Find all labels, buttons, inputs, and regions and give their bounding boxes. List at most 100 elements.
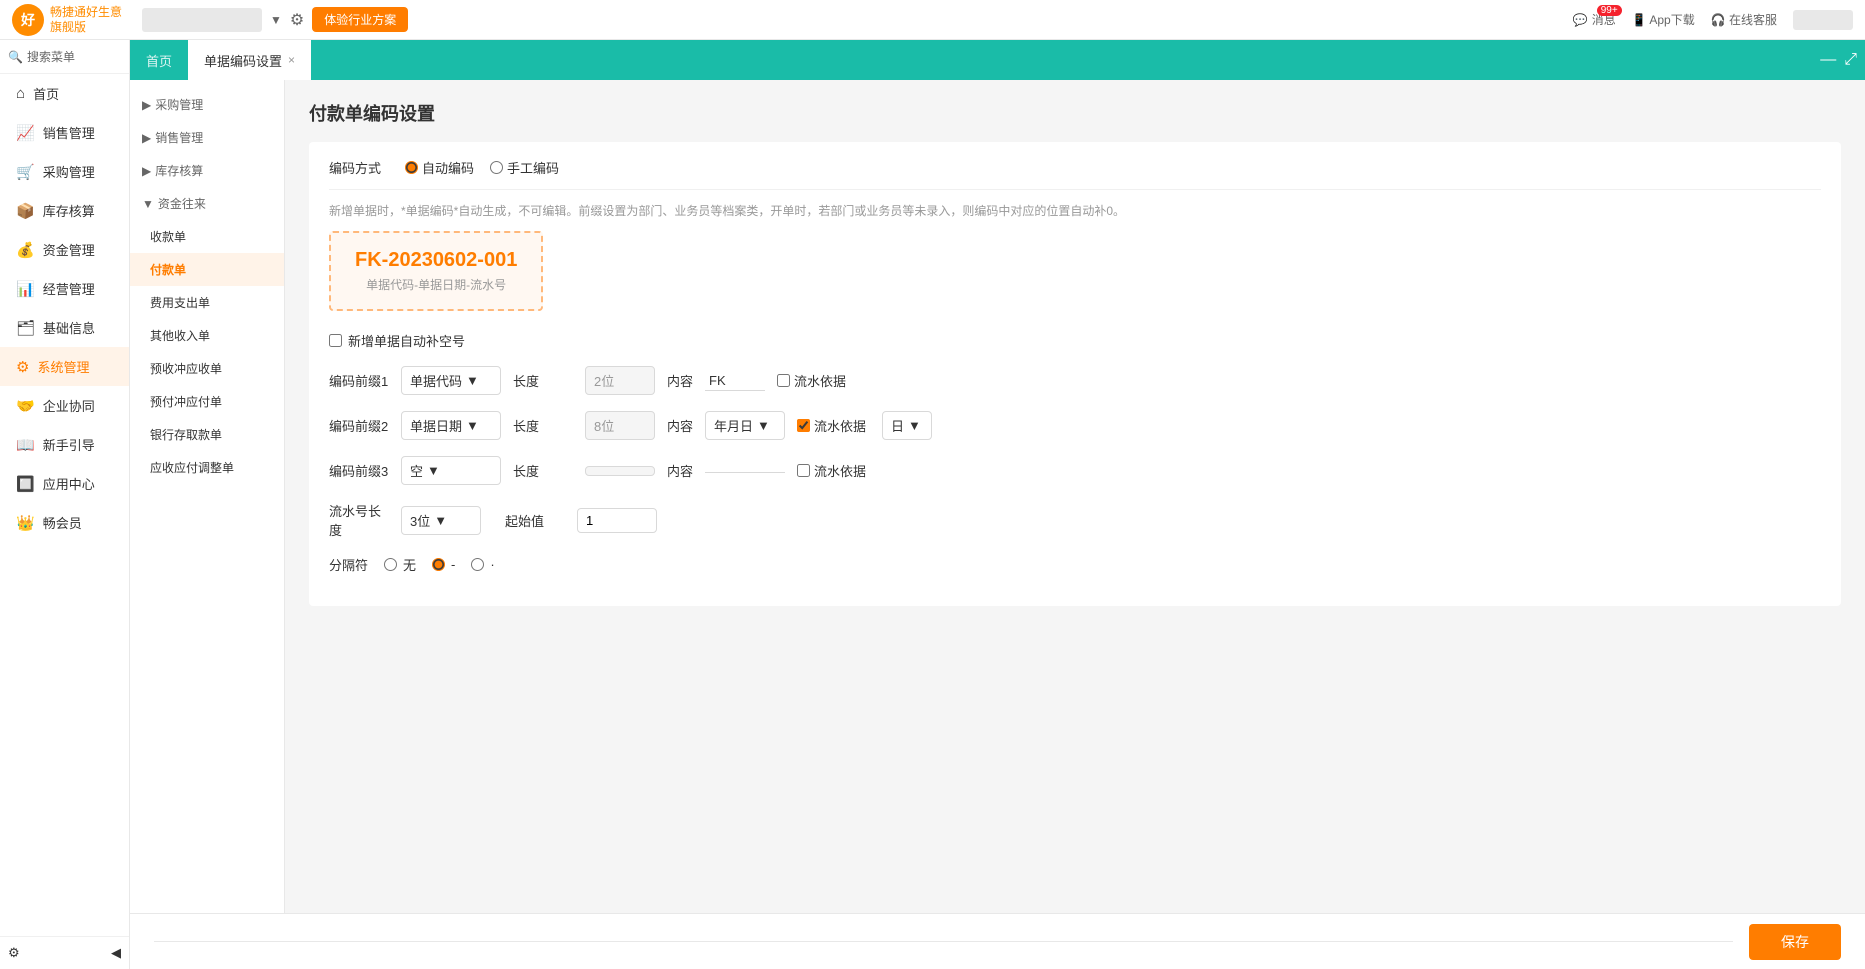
prefix3-label: 编码前缀3 bbox=[329, 461, 389, 480]
sidebar-item-guide[interactable]: 📖 新手引导 bbox=[0, 425, 129, 464]
encoding-label: 编码方式 bbox=[329, 158, 381, 177]
sub-group-funds: ▼ 资金往来 收款单 付款单 费用支出单 其他收入单 预收冲应收单 预付冲应付单… bbox=[130, 187, 284, 484]
sub-item-expenses[interactable]: 费用支出单 bbox=[130, 286, 284, 319]
serial-length-select[interactable]: 3位 ▼ bbox=[401, 506, 481, 535]
sub-item-other-income[interactable]: 其他收入单 bbox=[130, 319, 284, 352]
sub-item-prepay-receive[interactable]: 预收冲应收单 bbox=[130, 352, 284, 385]
sidebar-item-home[interactable]: ⌂ 首页 bbox=[0, 74, 129, 113]
sidebar-item-sales[interactable]: 📈 销售管理 bbox=[0, 113, 129, 152]
prefix3-select[interactable]: 空 ▼ bbox=[401, 456, 501, 485]
tab-home[interactable]: 首页 bbox=[130, 40, 188, 80]
prefix2-length-select: 8位 bbox=[585, 411, 655, 440]
sidebar-item-operations[interactable]: 📊 经营管理 bbox=[0, 269, 129, 308]
prefix2-content-select[interactable]: 年月日 ▼ bbox=[705, 411, 785, 440]
prefix2-label: 编码前缀2 bbox=[329, 416, 389, 435]
sub-item-payments[interactable]: 付款单 bbox=[130, 253, 284, 286]
sep-none-radio[interactable]: 无 bbox=[384, 555, 416, 574]
app-download-link[interactable]: 📱 App下载 bbox=[1632, 11, 1695, 28]
sidebar-item-appcenter[interactable]: 🔲 应用中心 bbox=[0, 464, 129, 503]
serial-start-input[interactable] bbox=[577, 508, 657, 533]
sub-item-receipts[interactable]: 收款单 bbox=[130, 220, 284, 253]
sidebar-bottom: ⚙ ◀ bbox=[0, 936, 129, 969]
auto-fill-checkbox-row[interactable]: 新增单据自动补空号 bbox=[329, 331, 1821, 350]
app-logo: 好 畅捷通好生意 旗舰版 bbox=[12, 4, 122, 36]
message-badge: 99+ bbox=[1597, 5, 1622, 16]
sidebar-collapse-icon[interactable]: ◀ bbox=[111, 945, 121, 961]
prefix3-content-value bbox=[705, 468, 785, 473]
separator-row: 分隔符 无 - · bbox=[329, 555, 1821, 574]
sub-group-sales-title[interactable]: ▶ 销售管理 bbox=[130, 121, 284, 154]
sidebar-item-cooperation[interactable]: 🤝 企业协同 bbox=[0, 386, 129, 425]
tab-minimize-icon[interactable]: — bbox=[1820, 51, 1836, 69]
code-preview: FK-20230602-001 单据代码-单据日期-流水号 bbox=[329, 231, 543, 311]
sub-item-prepay-pay[interactable]: 预付冲应付单 bbox=[130, 385, 284, 418]
operations-icon: 📊 bbox=[16, 280, 35, 298]
sidebar-item-basic[interactable]: 🗂 基础信息 bbox=[0, 308, 129, 347]
messages-button[interactable]: 💬 消息 99+ bbox=[1573, 11, 1616, 28]
sub-group-funds-title[interactable]: ▼ 资金往来 bbox=[130, 187, 284, 220]
main-layout: 🔍 搜索菜单 ⌂ 首页 📈 销售管理 🛒 采购管理 📦 库存核算 💰 资金管理 … bbox=[0, 40, 1865, 969]
prefix2-stream-checkbox[interactable]: 流水依据 bbox=[797, 416, 866, 435]
user-info[interactable] bbox=[1793, 10, 1853, 30]
prefix2-stream-period-select[interactable]: 日 ▼ bbox=[882, 411, 932, 440]
auto-encoding-radio[interactable]: 自动编码 bbox=[405, 158, 474, 177]
bottom-bar: 保存 bbox=[130, 913, 1865, 969]
prefix3-row: 编码前缀3 空 ▼ 长度 内容 流水依据 bbox=[329, 456, 1821, 485]
sub-group-inventory-title[interactable]: ▶ 库存核算 bbox=[130, 154, 284, 187]
system-icon: ⚙ bbox=[16, 358, 29, 376]
trial-button[interactable]: 体验行业方案 bbox=[312, 7, 408, 32]
sidebar-item-finance[interactable]: 💰 资金管理 bbox=[0, 230, 129, 269]
prefix1-stream-checkbox[interactable]: 流水依据 bbox=[777, 371, 846, 390]
sub-group-sales-arrow: ▶ bbox=[142, 131, 151, 145]
online-service-link[interactable]: 🎧 在线客服 bbox=[1711, 11, 1777, 28]
top-nav-placeholder bbox=[142, 8, 262, 32]
sub-sidebar: ▶ 采购管理 ▶ 销售管理 ▶ 库存核算 bbox=[130, 80, 285, 913]
tab-bar: 首页 单据编码设置 × — ⤢ bbox=[130, 40, 1865, 80]
serial-start-label: 起始值 bbox=[505, 511, 565, 530]
sidebar-search[interactable]: 🔍 搜索菜单 bbox=[0, 40, 129, 74]
settings-button[interactable]: ⚙ bbox=[290, 10, 304, 30]
logo-icon: 好 bbox=[12, 4, 44, 36]
sub-group-funds-arrow: ▼ bbox=[142, 197, 154, 211]
finance-icon: 💰 bbox=[16, 241, 35, 259]
prefix1-content-label: 内容 bbox=[667, 371, 693, 390]
sep-dash-radio[interactable]: - bbox=[432, 557, 455, 572]
sub-item-bank-deposit[interactable]: 银行存取款单 bbox=[130, 418, 284, 451]
sub-item-payable-adjust[interactable]: 应收应付调整单 bbox=[130, 451, 284, 484]
prefix2-select[interactable]: 单据日期 ▼ bbox=[401, 411, 501, 440]
code-preview-main: FK-20230602-001 bbox=[355, 249, 517, 272]
cooperation-icon: 🤝 bbox=[16, 397, 35, 415]
tab-expand-icon[interactable]: ⤢ bbox=[1844, 51, 1857, 69]
top-bar: 好 畅捷通好生意 旗舰版 ▼ ⚙ 体验行业方案 💬 消息 99+ 📱 App下载… bbox=[0, 0, 1865, 40]
sub-group-inventory: ▶ 库存核算 bbox=[130, 154, 284, 187]
basic-icon: 🗂 bbox=[16, 319, 35, 337]
sidebar-settings-icon[interactable]: ⚙ bbox=[8, 945, 20, 961]
manual-encoding-radio[interactable]: 手工编码 bbox=[490, 158, 559, 177]
guide-icon: 📖 bbox=[16, 436, 35, 454]
auto-fill-checkbox[interactable] bbox=[329, 334, 342, 347]
save-button[interactable]: 保存 bbox=[1749, 924, 1841, 960]
dropdown-button[interactable]: ▼ bbox=[270, 13, 282, 27]
prefix3-length-label: 长度 bbox=[513, 461, 573, 480]
prefix1-content-value: FK bbox=[705, 371, 765, 391]
sidebar-item-system[interactable]: ⚙ 系统管理 bbox=[0, 347, 129, 386]
prefix2-row: 编码前缀2 单据日期 ▼ 长度 8位 内容 年月日 ▼ bbox=[329, 411, 1821, 440]
sidebar-item-purchase[interactable]: 🛒 采购管理 bbox=[0, 152, 129, 191]
sidebar-item-inventory[interactable]: 📦 库存核算 bbox=[0, 191, 129, 230]
sidebar: 🔍 搜索菜单 ⌂ 首页 📈 销售管理 🛒 采购管理 📦 库存核算 💰 资金管理 … bbox=[0, 40, 130, 969]
encoding-radio-group: 自动编码 手工编码 bbox=[405, 158, 559, 177]
prefix3-stream-checkbox[interactable]: 流水依据 bbox=[797, 461, 866, 480]
prefix3-content-label: 内容 bbox=[667, 461, 693, 480]
sub-group-purchase-title[interactable]: ▶ 采购管理 bbox=[130, 88, 284, 121]
serial-length-row: 流水号长度 3位 ▼ 起始值 bbox=[329, 501, 1821, 539]
tab-bar-right: — ⤢ bbox=[1820, 51, 1865, 69]
tab-encoding-settings[interactable]: 单据编码设置 × bbox=[188, 40, 311, 80]
prefix1-select[interactable]: 单据代码 ▼ bbox=[401, 366, 501, 395]
sep-dot-radio[interactable]: · bbox=[471, 557, 494, 572]
sidebar-item-member[interactable]: 👑 畅会员 bbox=[0, 503, 129, 542]
serial-length-label: 流水号长度 bbox=[329, 501, 389, 539]
sub-group-purchase-arrow: ▶ bbox=[142, 98, 151, 112]
logo-text: 畅捷通好生意 旗舰版 bbox=[50, 5, 122, 34]
tab-close-icon[interactable]: × bbox=[288, 53, 295, 67]
sub-group-sales: ▶ 销售管理 bbox=[130, 121, 284, 154]
